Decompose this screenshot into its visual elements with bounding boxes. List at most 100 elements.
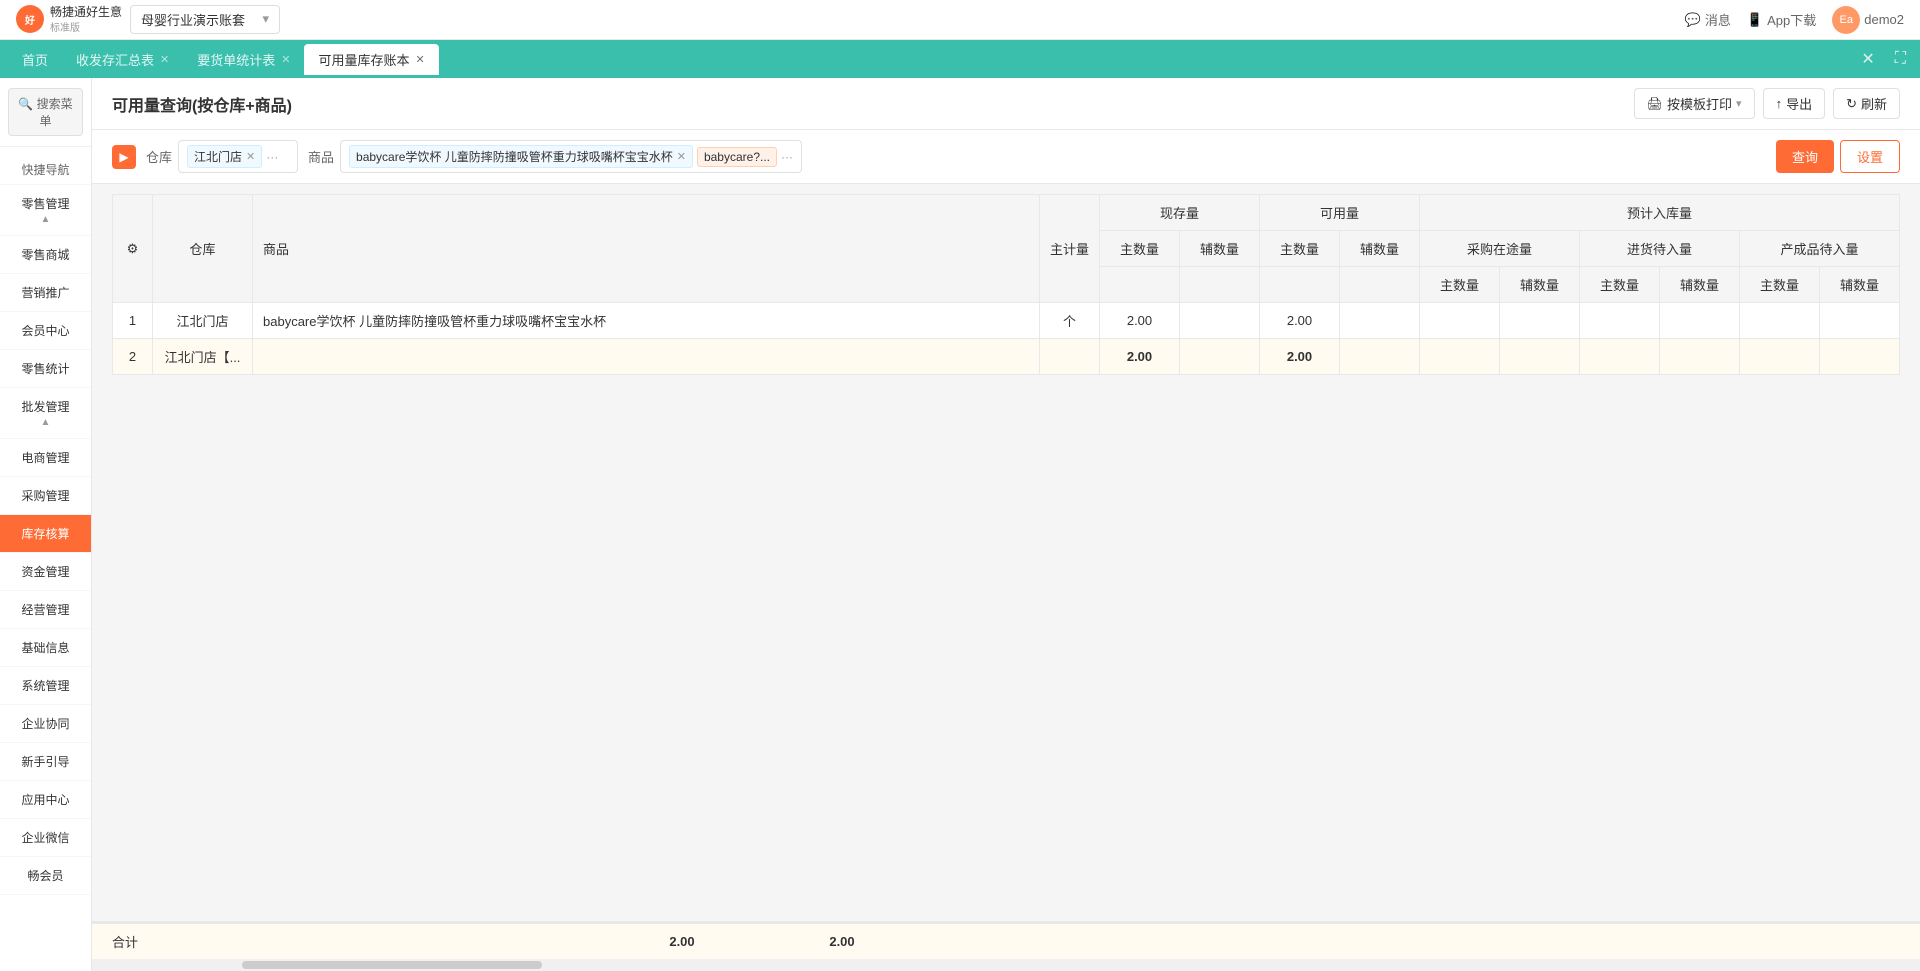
footer-label: 合计 bbox=[102, 932, 232, 951]
col-th-empty4 bbox=[1340, 267, 1420, 303]
tab-orders-label: 要货单统计表 bbox=[197, 50, 275, 69]
content-area: 可用量查询(按仓库+商品) 🖨 按模板打印 ▾ ↑ 导出 ↻ 刷新 ▶ bbox=[92, 78, 1920, 971]
header-left: 好 畅捷通好生意 标准版 母婴行业演示账套 ▾ bbox=[16, 5, 280, 34]
tab-available-close[interactable]: ✕ bbox=[416, 53, 425, 66]
warehouse-input[interactable]: 江北门店 ✕ ··· bbox=[178, 140, 298, 173]
sidebar-item-enterprise[interactable]: 企业协同 bbox=[0, 705, 91, 743]
sidebar-marketing-label: 营销推广 bbox=[21, 284, 69, 301]
sidebar-item-member[interactable]: 会员中心 bbox=[0, 312, 91, 350]
row2-available-sub bbox=[1340, 339, 1420, 375]
industry-selector[interactable]: 母婴行业演示账套 ▾ bbox=[130, 5, 280, 34]
chevron-down-icon: ▾ bbox=[1736, 97, 1742, 110]
header-right: 💬 消息 📱 App下载 Ea demo2 bbox=[1685, 6, 1904, 34]
sidebar-item-wholesale[interactable]: 批发管理 ▲ bbox=[0, 388, 91, 439]
message-btn[interactable]: 💬 消息 bbox=[1685, 10, 1731, 29]
table-footer: 合计 2.00 2.00 bbox=[92, 923, 1920, 959]
row2-prod-sub bbox=[1820, 339, 1900, 375]
row2-current-sub bbox=[1180, 339, 1260, 375]
tab-home-label: 首页 bbox=[22, 50, 48, 69]
row1-purchase-main bbox=[1420, 303, 1500, 339]
col-th-empty2 bbox=[1180, 267, 1260, 303]
col-available-main-header: 主数量 bbox=[1260, 231, 1340, 267]
product-tag-remove[interactable]: ✕ bbox=[677, 150, 686, 163]
tab-available[interactable]: 可用量库存账本 ✕ bbox=[304, 44, 438, 75]
search-icon: 🔍 bbox=[18, 97, 33, 111]
sidebar-item-basic-info[interactable]: 基础信息 bbox=[0, 629, 91, 667]
tab-close-all-btn[interactable]: ✕ bbox=[1855, 47, 1880, 71]
sidebar-item-appcenter[interactable]: 应用中心 bbox=[0, 781, 91, 819]
col-th-empty3 bbox=[1260, 267, 1340, 303]
app-download-btn[interactable]: 📱 App下载 bbox=[1747, 10, 1816, 29]
sidebar-item-ecommerce[interactable]: 电商管理 bbox=[0, 439, 91, 477]
sidebar-item-operations[interactable]: 经营管理 bbox=[0, 591, 91, 629]
row1-incoming-sub bbox=[1660, 303, 1740, 339]
sidebar-item-retail-shop[interactable]: 零售商城 bbox=[0, 236, 91, 274]
sidebar-item-vip[interactable]: 畅会员 bbox=[0, 857, 91, 895]
sidebar-item-wechat[interactable]: 企业微信 bbox=[0, 819, 91, 857]
scrollbar-thumb[interactable] bbox=[242, 961, 542, 969]
tab-fullscreen-btn[interactable]: ⛶ bbox=[1889, 48, 1912, 70]
row1-unit: 个 bbox=[1039, 303, 1099, 339]
sidebar-item-marketing[interactable]: 营销推广 bbox=[0, 274, 91, 312]
footer-available-main: 2.00 bbox=[802, 934, 882, 949]
row2-purchase-main bbox=[1420, 339, 1500, 375]
product-more-icon[interactable]: ··· bbox=[781, 150, 793, 164]
table-row: 2 江北门店【... 2.00 2.00 bbox=[113, 339, 1900, 375]
tab-home[interactable]: 首页 bbox=[8, 44, 62, 75]
query-btn[interactable]: 查询 bbox=[1776, 140, 1834, 173]
product-extra-tag: babycare?... bbox=[697, 147, 777, 167]
row2-incoming-sub bbox=[1660, 339, 1740, 375]
row1-current-main: 2.00 bbox=[1100, 303, 1180, 339]
sidebar-item-system[interactable]: 系统管理 bbox=[0, 667, 91, 705]
sidebar-guide-label: 新手引导 bbox=[21, 753, 69, 770]
settings-gear-icon[interactable]: ⚙ bbox=[127, 241, 139, 256]
tab-orders[interactable]: 要货单统计表 ✕ bbox=[183, 44, 304, 75]
row1-product: babycare学饮杯 儿童防摔防撞吸管杯重力球吸嘴杯宝宝水杯 bbox=[253, 303, 1040, 339]
tab-receipts[interactable]: 收发存汇总表 ✕ bbox=[62, 44, 183, 75]
sidebar-item-retail-stats[interactable]: 零售统计 bbox=[0, 350, 91, 388]
mobile-icon: 📱 bbox=[1747, 12, 1763, 28]
app-download-label: App下载 bbox=[1767, 10, 1816, 29]
footer-current-main: 2.00 bbox=[642, 934, 722, 949]
col-th-empty1 bbox=[1100, 267, 1180, 303]
col-product-header: 商品 bbox=[253, 195, 1040, 303]
row1-prod-main bbox=[1740, 303, 1820, 339]
col-incoming-main-header: 主数量 bbox=[1580, 267, 1660, 303]
sidebar-item-finance[interactable]: 资金管理 bbox=[0, 553, 91, 591]
row2-available-main: 2.00 bbox=[1260, 339, 1340, 375]
settings-btn[interactable]: 设置 bbox=[1840, 140, 1900, 173]
warehouse-tag-remove[interactable]: ✕ bbox=[246, 150, 255, 163]
sidebar-item-purchase[interactable]: 采购管理 bbox=[0, 477, 91, 515]
more-icon[interactable]: ··· bbox=[266, 150, 278, 164]
tab-receipts-close[interactable]: ✕ bbox=[160, 53, 169, 66]
app-name: 畅捷通好生意 bbox=[50, 5, 122, 19]
export-btn[interactable]: ↑ 导出 bbox=[1763, 88, 1826, 119]
row1-current-sub bbox=[1180, 303, 1260, 339]
app-edition: 标准版 bbox=[50, 19, 122, 34]
template-print-btn[interactable]: 🖨 按模板打印 ▾ bbox=[1634, 88, 1755, 119]
row2-prod-main bbox=[1740, 339, 1820, 375]
sidebar-item-inventory[interactable]: 库存核算 bbox=[0, 515, 91, 553]
refresh-btn[interactable]: ↻ 刷新 bbox=[1833, 88, 1900, 119]
warehouse-tag: 江北门店 ✕ bbox=[187, 145, 262, 168]
scrollbar-area[interactable] bbox=[92, 959, 1920, 971]
filter-toggle-btn[interactable]: ▶ bbox=[112, 145, 136, 169]
col-purchase-transit-header: 采购在途量 bbox=[1420, 231, 1580, 267]
tab-orders-close[interactable]: ✕ bbox=[281, 53, 290, 66]
row2-purchase-sub bbox=[1500, 339, 1580, 375]
product-input[interactable]: babycare学饮杯 儿童防摔防撞吸管杯重力球吸嘴杯宝宝水杯 ✕ babyca… bbox=[340, 140, 802, 173]
col-mainunit-header: 主计量 bbox=[1039, 195, 1099, 303]
user-profile[interactable]: Ea demo2 bbox=[1832, 6, 1904, 34]
search-menu-btn[interactable]: 🔍 搜索菜单 bbox=[8, 88, 83, 136]
message-label: 消息 bbox=[1705, 10, 1731, 29]
row1-available-main: 2.00 bbox=[1260, 303, 1340, 339]
logo-text-block: 畅捷通好生意 标准版 bbox=[50, 5, 122, 34]
col-settings: ⚙ bbox=[113, 195, 153, 303]
col-production-header: 产成品待入量 bbox=[1740, 231, 1900, 267]
sidebar-operations-label: 经营管理 bbox=[21, 601, 69, 618]
sidebar-item-guide[interactable]: 新手引导 bbox=[0, 743, 91, 781]
sidebar-item-retail-mgmt[interactable]: 零售管理 ▲ bbox=[0, 185, 91, 236]
logo-area: 好 畅捷通好生意 标准版 bbox=[16, 5, 122, 34]
message-icon: 💬 bbox=[1685, 12, 1701, 28]
sidebar-appcenter-label: 应用中心 bbox=[21, 791, 69, 808]
